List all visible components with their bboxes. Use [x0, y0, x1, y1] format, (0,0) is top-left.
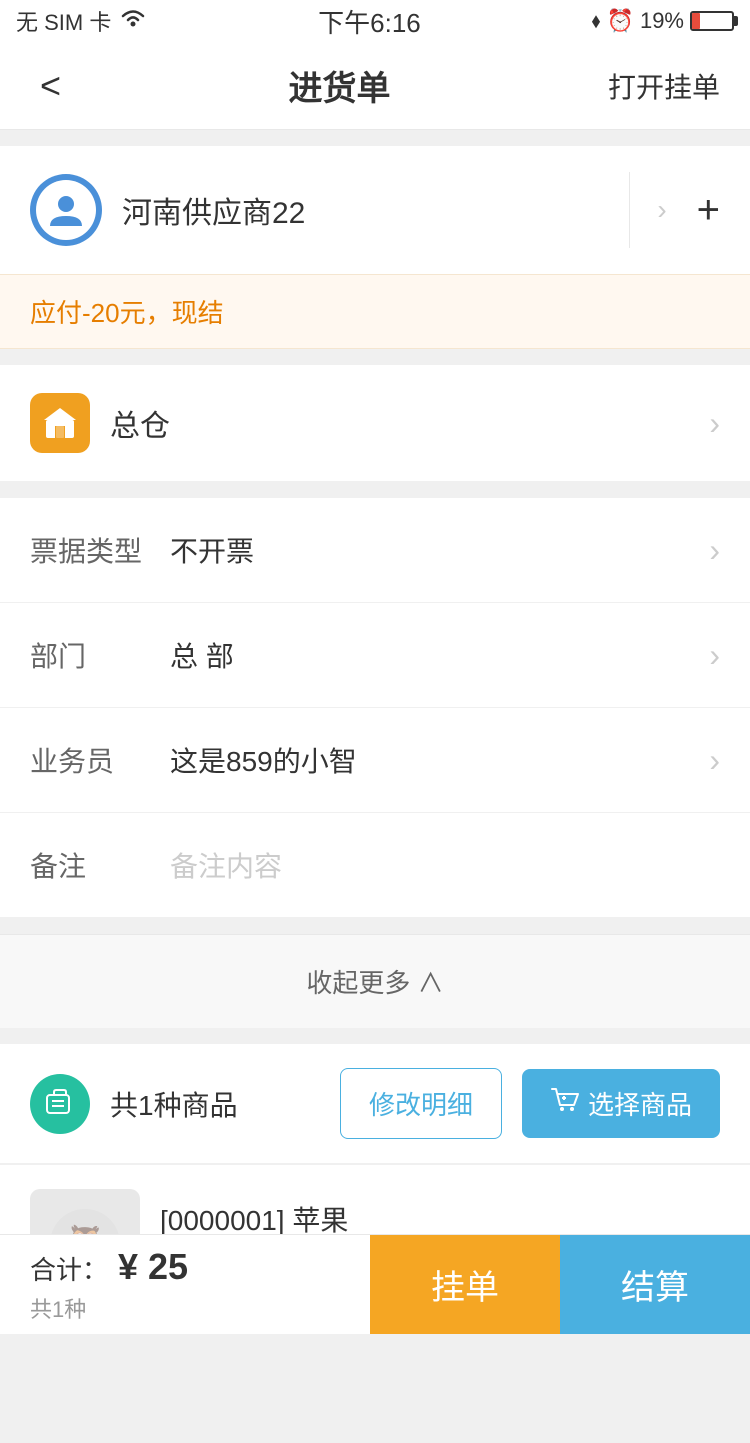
add-supplier-button[interactable]: +: [697, 188, 720, 233]
sales-label: 业务员: [30, 740, 170, 780]
warehouse-chevron-icon: ›: [709, 405, 720, 442]
warehouse-name: 总仓: [110, 401, 709, 445]
product-name: [0000001] 苹果: [160, 1199, 660, 1239]
form-section: 票据类型 不开票 › 部门 总 部 › 业务员 这是859的小智 › 备注 备注…: [0, 498, 750, 918]
supplier-chevron-icon: ›: [657, 194, 666, 226]
total-label: 合计：: [30, 1250, 108, 1287]
warehouse-section: 总仓 ›: [0, 365, 750, 482]
carrier-text: 无 SIM 卡: [16, 5, 111, 37]
select-product-button[interactable]: 选择商品: [522, 1069, 720, 1138]
remark-label: 备注: [30, 845, 170, 885]
invoice-chevron-icon: ›: [709, 532, 720, 569]
status-bar: 无 SIM 卡 下午6:16 ⬧ ⏰ 19%: [0, 0, 750, 42]
warehouse-icon: [30, 393, 90, 453]
supplier-row[interactable]: 河南供应商22 › +: [0, 146, 750, 274]
warehouse-row[interactable]: 总仓 ›: [0, 365, 750, 482]
status-left: 无 SIM 卡: [16, 5, 147, 37]
nav-bar: < 进货单 打开挂单: [0, 42, 750, 130]
cart-icon: [550, 1087, 580, 1120]
product-title: 苹果: [292, 1205, 348, 1236]
total-amount: ¥ 25: [118, 1246, 188, 1288]
battery-text: 19%: [640, 8, 684, 34]
collapse-button[interactable]: 收起更多 ∧: [0, 934, 750, 1028]
dept-label: 部门: [30, 635, 170, 675]
open-pending-button[interactable]: 打开挂单: [608, 66, 720, 106]
back-button[interactable]: <: [30, 55, 71, 117]
divider: [629, 172, 630, 249]
modify-detail-button[interactable]: 修改明细: [340, 1068, 502, 1139]
notice-banner: 应付-20元，现结: [0, 274, 750, 349]
sales-chevron-icon: ›: [709, 742, 720, 779]
total-line: 合计： ¥ 25: [30, 1246, 340, 1288]
battery-icon: [690, 11, 734, 31]
product-count-text: 共1种商品: [110, 1084, 320, 1124]
supplier-section: 河南供应商22 › + 应付-20元，现结: [0, 146, 750, 349]
status-right: ⬧ ⏰ 19%: [592, 8, 734, 34]
invoice-value: 不开票: [170, 530, 709, 570]
dept-chevron-icon: ›: [709, 637, 720, 674]
dept-row[interactable]: 部门 总 部 ›: [0, 603, 750, 708]
status-time: 下午6:16: [318, 3, 421, 40]
sales-value: 这是859的小智: [170, 740, 709, 780]
location-icon: ⬧: [592, 10, 601, 33]
total-count: 共1种: [30, 1292, 340, 1324]
remark-value[interactable]: 备注内容: [170, 845, 720, 885]
select-product-label: 选择商品: [588, 1085, 692, 1122]
page-title: 进货单: [289, 61, 391, 110]
product-count-icon: [30, 1074, 90, 1134]
supplier-name: 河南供应商22: [122, 188, 657, 232]
invoice-label: 票据类型: [30, 530, 170, 570]
settle-button[interactable]: 结算: [560, 1235, 750, 1334]
invoice-row[interactable]: 票据类型 不开票 ›: [0, 498, 750, 603]
dept-value: 总 部: [170, 635, 709, 675]
bottom-bar: 合计： ¥ 25 共1种 挂单 结算: [0, 1234, 750, 1334]
alarm-icon: ⏰: [607, 8, 634, 34]
wifi-icon: [119, 8, 147, 34]
product-code: [0000001]: [160, 1205, 285, 1236]
sales-row[interactable]: 业务员 这是859的小智 ›: [0, 708, 750, 813]
total-area: 合计： ¥ 25 共1种: [0, 1235, 370, 1334]
collapse-section: 收起更多 ∧: [0, 934, 750, 1028]
product-header: 共1种商品 修改明细 选择商品: [0, 1044, 750, 1163]
supplier-avatar: [30, 174, 102, 246]
remark-row[interactable]: 备注 备注内容: [0, 813, 750, 918]
hang-order-button[interactable]: 挂单: [370, 1235, 560, 1334]
